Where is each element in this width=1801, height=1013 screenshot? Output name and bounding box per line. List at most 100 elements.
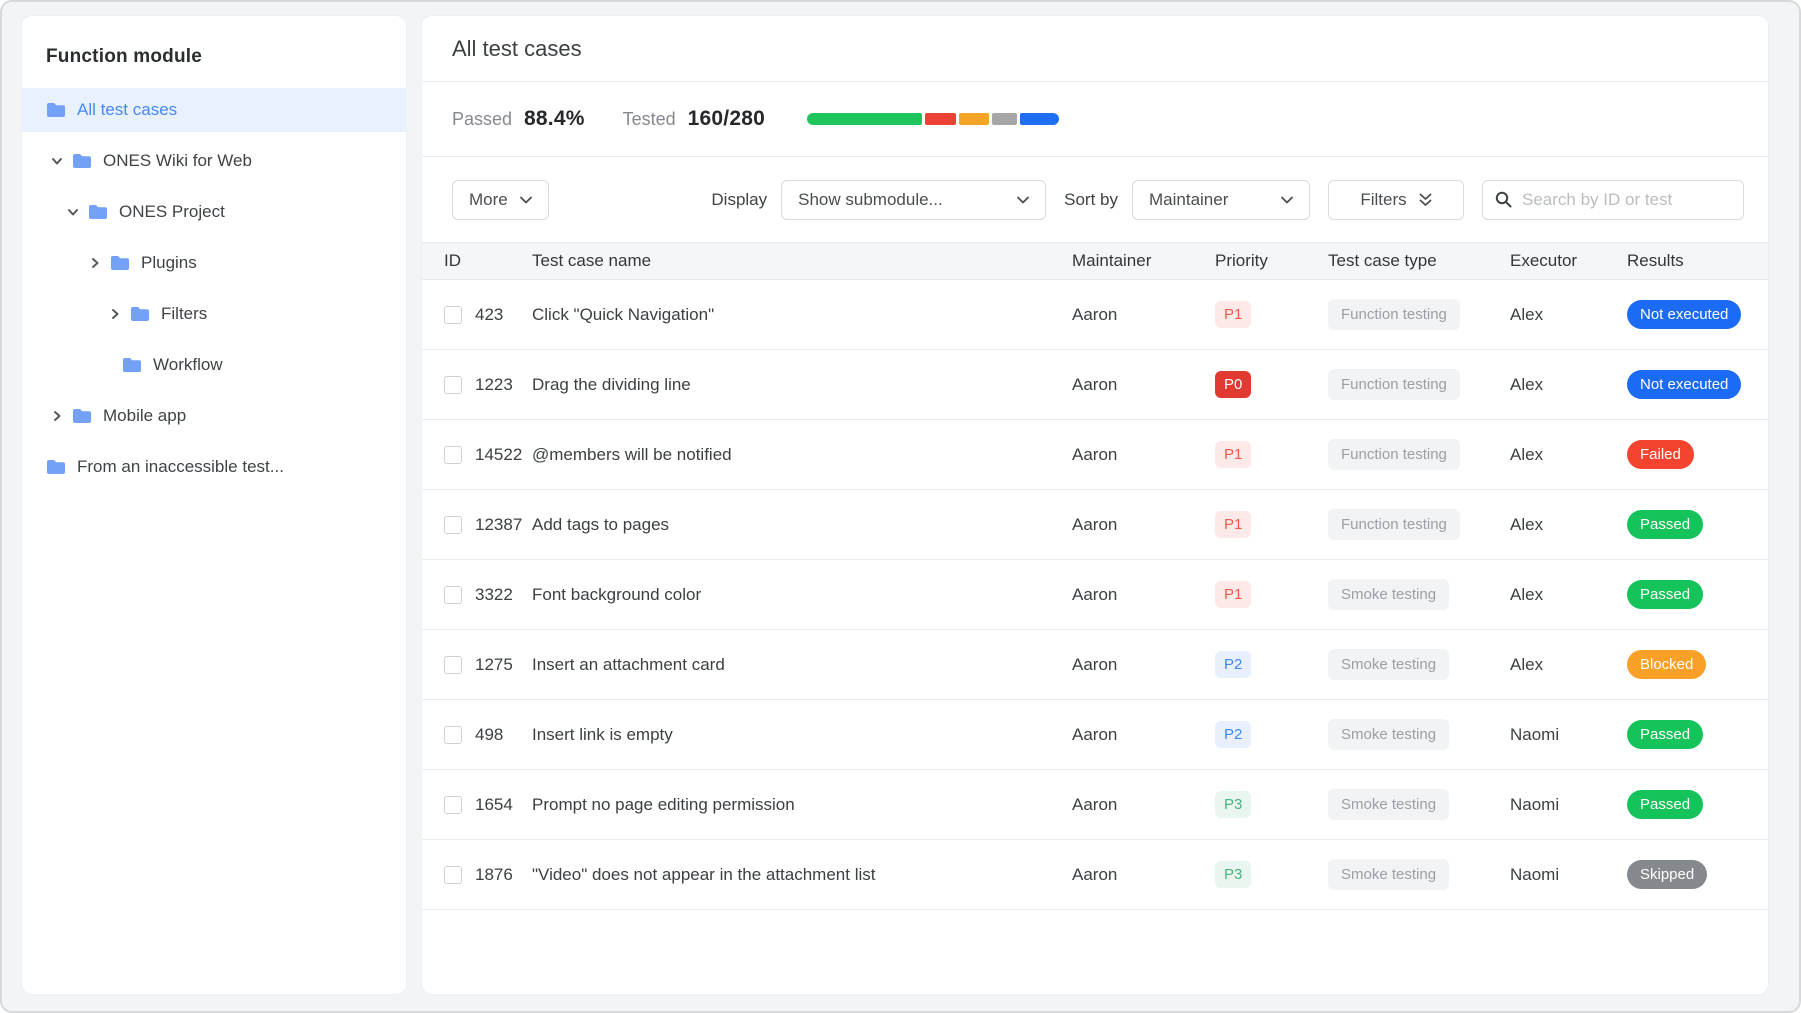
tested-value: 160/280 [688, 107, 765, 131]
result-badge: Failed [1627, 440, 1694, 469]
search-icon [1495, 191, 1512, 208]
testcase-name[interactable]: Insert link is empty [532, 725, 1072, 745]
testcase-name[interactable]: Add tags to pages [532, 515, 1072, 535]
testcase-name[interactable]: Prompt no page editing permission [532, 795, 1072, 815]
more-button[interactable]: More [452, 180, 549, 220]
testcase-id: 498 [475, 725, 503, 745]
table-row[interactable]: 1223 Drag the dividing lineAaronP0 Functio… [422, 350, 1768, 420]
sidebar-item-label: All test cases [77, 100, 177, 120]
column-header-test-case-type: Test case type [1328, 251, 1510, 271]
table-row[interactable]: 14522@members will be notifiedAaronP1Fun… [422, 420, 1768, 490]
testcase-name[interactable]: Click "Quick Navigation" [532, 305, 1072, 325]
table-body: 423Click "Quick Navigation"AaronP1Functi… [422, 280, 1768, 910]
table-row[interactable]: 3322Font background colorAaronP1Smoke te… [422, 560, 1768, 630]
row-checkbox[interactable] [444, 866, 462, 884]
sort-dropdown[interactable]: Maintainer [1132, 180, 1310, 220]
sidebar-item[interactable]: From an inaccessible test... [22, 445, 406, 489]
result-badge: Not executed [1627, 300, 1741, 329]
testcase-type-tag: Smoke testing [1328, 579, 1449, 610]
testcase-type-tag: Function testing [1328, 439, 1460, 470]
row-checkbox[interactable] [444, 516, 462, 534]
testcase-name[interactable]: @members will be notified [532, 445, 1072, 465]
folder-icon [72, 408, 92, 424]
chevron-right-icon[interactable] [50, 409, 64, 423]
result-badge: Skipped [1627, 860, 1707, 889]
column-header-test-case-name: Test case name [532, 251, 1072, 271]
testcase-id: 1223 [475, 375, 513, 395]
sidebar-item[interactable]: ONES Project [22, 190, 406, 234]
testcase-name[interactable]: Insert an attachment card [532, 655, 1072, 675]
progress-segment-passed [807, 113, 922, 125]
testcase-type-tag: Function testing [1328, 509, 1460, 540]
chevron-down-icon[interactable] [66, 205, 80, 219]
testcase-type-tag: Function testing [1328, 369, 1460, 400]
executor: Alex [1510, 445, 1627, 465]
maintainer: Aaron [1072, 375, 1215, 395]
column-header-id: ID [444, 251, 532, 271]
chevron-down-icon[interactable] [50, 154, 64, 168]
testcase-type-tag: Smoke testing [1328, 719, 1449, 750]
testcase-name[interactable]: Font background color [532, 585, 1072, 605]
search-box[interactable] [1482, 180, 1744, 220]
sidebar-item[interactable]: ONES Wiki for Web [22, 139, 406, 183]
folder-icon [130, 306, 150, 322]
chevron-right-icon[interactable] [108, 307, 122, 321]
folder-icon [46, 102, 66, 118]
display-dropdown[interactable]: Show submodule... [781, 180, 1046, 220]
priority-badge: P1 [1215, 301, 1251, 328]
row-checkbox[interactable] [444, 306, 462, 324]
column-header-results: Results [1627, 251, 1748, 271]
table-row[interactable]: 498Insert link is emptyAaronP2Smoke test… [422, 700, 1768, 770]
row-checkbox[interactable] [444, 446, 462, 464]
sidebar-item-label: Filters [161, 304, 207, 324]
row-checkbox[interactable] [444, 726, 462, 744]
page-title: All test cases [422, 16, 1768, 82]
folder-icon [72, 153, 92, 169]
sidebar-item[interactable]: Mobile app [22, 394, 406, 438]
maintainer: Aaron [1072, 725, 1215, 745]
chevron-down-icon [1281, 196, 1293, 204]
more-button-label: More [469, 190, 508, 210]
result-badge: Passed [1627, 510, 1703, 539]
priority-badge: P3 [1215, 791, 1251, 818]
sidebar-item[interactable]: Workflow [22, 343, 406, 387]
maintainer: Aaron [1072, 655, 1215, 675]
sort-by-label: Sort by [1064, 190, 1118, 210]
row-checkbox[interactable] [444, 656, 462, 674]
result-badge: Passed [1627, 720, 1703, 749]
row-checkbox[interactable] [444, 586, 462, 604]
row-checkbox[interactable] [444, 796, 462, 814]
search-input[interactable] [1522, 190, 1731, 210]
sort-dropdown-value: Maintainer [1149, 190, 1228, 210]
maintainer: Aaron [1072, 515, 1215, 535]
sidebar-item[interactable]: Plugins [22, 241, 406, 285]
priority-badge: P1 [1215, 511, 1251, 538]
filters-button-label: Filters [1360, 190, 1406, 210]
sidebar-item-label: Plugins [141, 253, 197, 273]
chevron-right-icon[interactable] [88, 256, 102, 270]
priority-badge: P1 [1215, 441, 1251, 468]
sidebar-item[interactable]: All test cases [22, 88, 406, 132]
sidebar: Function module All test casesONES Wiki … [22, 16, 406, 994]
sidebar-item-label: ONES Project [119, 202, 225, 222]
testcase-name[interactable]: Drag the dividing line [532, 375, 1072, 395]
table-row[interactable]: 12387Add tags to pagesAaronP1Function te… [422, 490, 1768, 560]
sidebar-item-label: Mobile app [103, 406, 186, 426]
priority-badge: P0 [1215, 371, 1251, 398]
table-row[interactable]: 1654Prompt no page editing permissionAar… [422, 770, 1768, 840]
result-badge: Not executed [1627, 370, 1741, 399]
sidebar-item[interactable]: Filters [22, 292, 406, 336]
executor: Alex [1510, 515, 1627, 535]
table-row[interactable]: 423Click "Quick Navigation"AaronP1Functi… [422, 280, 1768, 350]
priority-badge: P2 [1215, 651, 1251, 678]
row-checkbox[interactable] [444, 376, 462, 394]
sidebar-item-label: ONES Wiki for Web [103, 151, 252, 171]
testcase-type-tag: Smoke testing [1328, 859, 1449, 890]
table-row[interactable]: 1876 "Video" does not appear in the attac… [422, 840, 1768, 910]
testcase-id: 1876 [475, 865, 513, 885]
result-badge: Passed [1627, 790, 1703, 819]
table-row[interactable]: 1275Insert an attachment cardAaronP2Smok… [422, 630, 1768, 700]
executor: Naomi [1510, 725, 1627, 745]
testcase-name[interactable]: "Video" does not appear in the attachmen… [532, 865, 1072, 885]
filters-button[interactable]: Filters [1328, 180, 1464, 220]
